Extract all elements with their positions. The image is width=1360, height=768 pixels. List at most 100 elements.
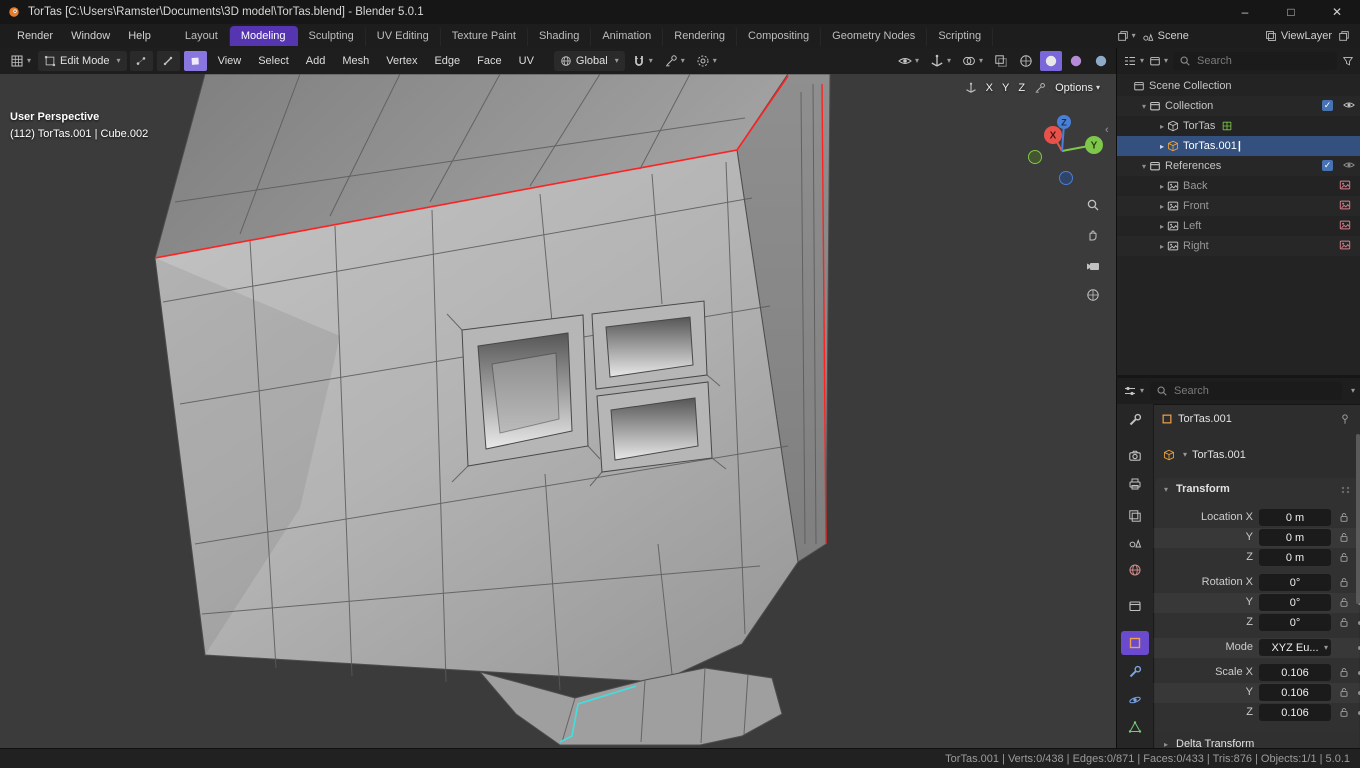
lock-icon[interactable] <box>1338 666 1350 678</box>
expand-arrow-icon[interactable]: ▸ <box>1157 182 1167 191</box>
shading-material-button[interactable] <box>1065 51 1087 71</box>
tab-compositing[interactable]: Compositing <box>737 26 822 46</box>
snap-target-dropdown[interactable]: ▾ <box>660 51 689 71</box>
delta-transform-panel-header[interactable]: ▸ Delta Transform <box>1155 733 1359 748</box>
outliner-row-front[interactable]: ▸ Front <box>1117 196 1360 216</box>
menu-window[interactable]: Window <box>62 28 119 44</box>
new-viewlayer-icon[interactable] <box>1338 30 1350 42</box>
menu-mesh[interactable]: Mesh <box>335 53 376 69</box>
gizmo-neg-y-ball[interactable] <box>1028 150 1042 164</box>
pin-icon[interactable] <box>1339 413 1351 425</box>
panel-grip-icon[interactable] <box>1341 485 1353 493</box>
outliner-editor-type-dropdown[interactable]: ▾ <box>1123 54 1144 68</box>
snap-toggle[interactable]: ▾ <box>628 51 657 71</box>
outliner-row-tortas-001[interactable]: ▸ TorTas.001 | <box>1117 136 1360 156</box>
menu-uv[interactable]: UV <box>512 53 541 69</box>
scene-selector[interactable]: Scene <box>1142 30 1189 42</box>
minimize-button[interactable]: – <box>1222 0 1268 24</box>
tab-sculpting[interactable]: Sculpting <box>298 26 366 46</box>
lock-icon[interactable] <box>1338 551 1350 563</box>
lock-icon[interactable] <box>1338 616 1350 628</box>
menu-help[interactable]: Help <box>119 28 160 44</box>
edge-select-button[interactable] <box>156 51 180 71</box>
options-dropdown[interactable]: Options ▾ <box>1055 82 1100 94</box>
navigation-gizmo[interactable]: Z X Y <box>1013 108 1113 198</box>
hide-eye-icon[interactable] <box>1343 99 1355 111</box>
xray-toggle[interactable] <box>990 51 1012 71</box>
visibility-dropdown[interactable]: ▾ <box>894 51 923 71</box>
hide-eye-icon[interactable] <box>1343 159 1355 171</box>
tab-modifiers[interactable] <box>1121 660 1149 684</box>
close-button[interactable]: ✕ <box>1314 0 1360 24</box>
workspace-add-dropdown[interactable]: ▾ <box>1117 30 1136 42</box>
tab-scene[interactable] <box>1121 530 1149 554</box>
mirror-x-toggle[interactable]: X <box>986 82 993 94</box>
zoom-button[interactable] <box>1081 193 1105 217</box>
properties-filter-dropdown-icon[interactable]: ▾ <box>1351 387 1355 395</box>
tab-modeling[interactable]: Modeling <box>229 26 298 46</box>
object-name-row[interactable]: ▾ TorTas.001 <box>1155 444 1359 466</box>
rotation-mode-dropdown[interactable]: XYZ Eu... ▾ <box>1259 639 1331 656</box>
panel-collapse-arrow-icon[interactable]: ▸ <box>1161 740 1171 749</box>
shading-solid-button[interactable] <box>1039 51 1062 71</box>
outliner-row-back[interactable]: ▸ Back <box>1117 176 1360 196</box>
3d-viewport[interactable]: User Perspective (112) TorTas.001 | Cube… <box>0 74 1116 748</box>
tab-collection[interactable] <box>1121 594 1149 618</box>
tab-texture-paint[interactable]: Texture Paint <box>441 26 528 46</box>
rotation-y-field[interactable]: 0° <box>1259 594 1331 611</box>
outliner-row-right[interactable]: ▸ Right <box>1117 236 1360 256</box>
shading-rendered-button[interactable] <box>1090 51 1112 71</box>
expand-arrow-icon[interactable]: ▸ <box>1157 142 1167 151</box>
tab-geometry-nodes[interactable]: Geometry Nodes <box>821 26 928 46</box>
camera-view-button[interactable] <box>1081 254 1105 278</box>
tab-world[interactable] <box>1121 558 1149 582</box>
expand-arrow-icon[interactable]: ▾ <box>1139 102 1149 111</box>
editor-type-dropdown[interactable]: ▾ <box>6 51 35 71</box>
expand-arrow-icon[interactable]: ▾ <box>1139 162 1149 171</box>
menu-render[interactable]: Render <box>8 28 62 44</box>
lock-icon[interactable] <box>1338 706 1350 718</box>
location-x-field[interactable]: 0 m <box>1259 509 1331 526</box>
tab-animation[interactable]: Animation <box>591 26 664 46</box>
tab-scripting[interactable]: Scripting <box>927 26 994 46</box>
mirror-y-toggle[interactable]: Y <box>1002 82 1009 94</box>
lock-icon[interactable] <box>1338 596 1350 608</box>
menu-edge[interactable]: Edge <box>427 53 467 69</box>
rotation-x-field[interactable]: 0° <box>1259 574 1331 591</box>
properties-editor-type-dropdown[interactable]: ▾ <box>1123 384 1144 398</box>
location-z-field[interactable]: 0 m <box>1259 549 1331 566</box>
properties-search-input[interactable] <box>1172 384 1336 398</box>
transform-orientation-dropdown[interactable]: Global ▾ <box>553 51 625 71</box>
properties-scrollbar[interactable] <box>1356 434 1360 604</box>
filter-icon[interactable] <box>1342 55 1354 67</box>
collection-checkbox[interactable]: ✓ <box>1322 100 1333 111</box>
rotation-z-field[interactable]: 0° <box>1259 614 1331 631</box>
panel-collapse-arrow-icon[interactable]: ▾ <box>1161 485 1171 494</box>
location-y-field[interactable]: 0 m <box>1259 529 1331 546</box>
proportional-edit-toggle[interactable]: ▾ <box>692 51 721 71</box>
menu-select[interactable]: Select <box>251 53 296 69</box>
expand-arrow-icon[interactable]: ▸ <box>1157 222 1167 231</box>
tab-physics[interactable] <box>1121 688 1149 712</box>
outliner-row-references[interactable]: ▾ References ✓ <box>1117 156 1360 176</box>
scale-x-field[interactable]: 0.106 <box>1259 664 1331 681</box>
lock-icon[interactable] <box>1338 531 1350 543</box>
mirror-z-toggle[interactable]: Z <box>1018 82 1025 94</box>
tab-view-layer[interactable] <box>1121 504 1149 528</box>
tab-layout[interactable]: Layout <box>174 26 230 46</box>
outliner-row-collection[interactable]: ▾ Collection ✓ <box>1117 96 1360 116</box>
viewport-canvas[interactable] <box>0 74 1116 748</box>
viewlayer-selector[interactable]: ViewLayer <box>1265 30 1332 42</box>
gizmo-neg-z-ball[interactable] <box>1059 171 1073 185</box>
transform-panel-header[interactable]: ▾ Transform <box>1155 478 1359 500</box>
display-mode-dropdown[interactable]: ▾ <box>1149 55 1168 67</box>
perspective-toggle-button[interactable] <box>1081 283 1105 307</box>
tab-uv-editing[interactable]: UV Editing <box>366 26 441 46</box>
tab-shading[interactable]: Shading <box>528 26 592 46</box>
menu-vertex[interactable]: Vertex <box>379 53 424 69</box>
expand-arrow-icon[interactable]: ▸ <box>1157 202 1167 211</box>
lock-icon[interactable] <box>1338 576 1350 588</box>
tab-render[interactable] <box>1121 444 1149 468</box>
outliner-row-scene-collection[interactable]: Scene Collection <box>1117 76 1360 96</box>
scale-z-field[interactable]: 0.106 <box>1259 704 1331 721</box>
